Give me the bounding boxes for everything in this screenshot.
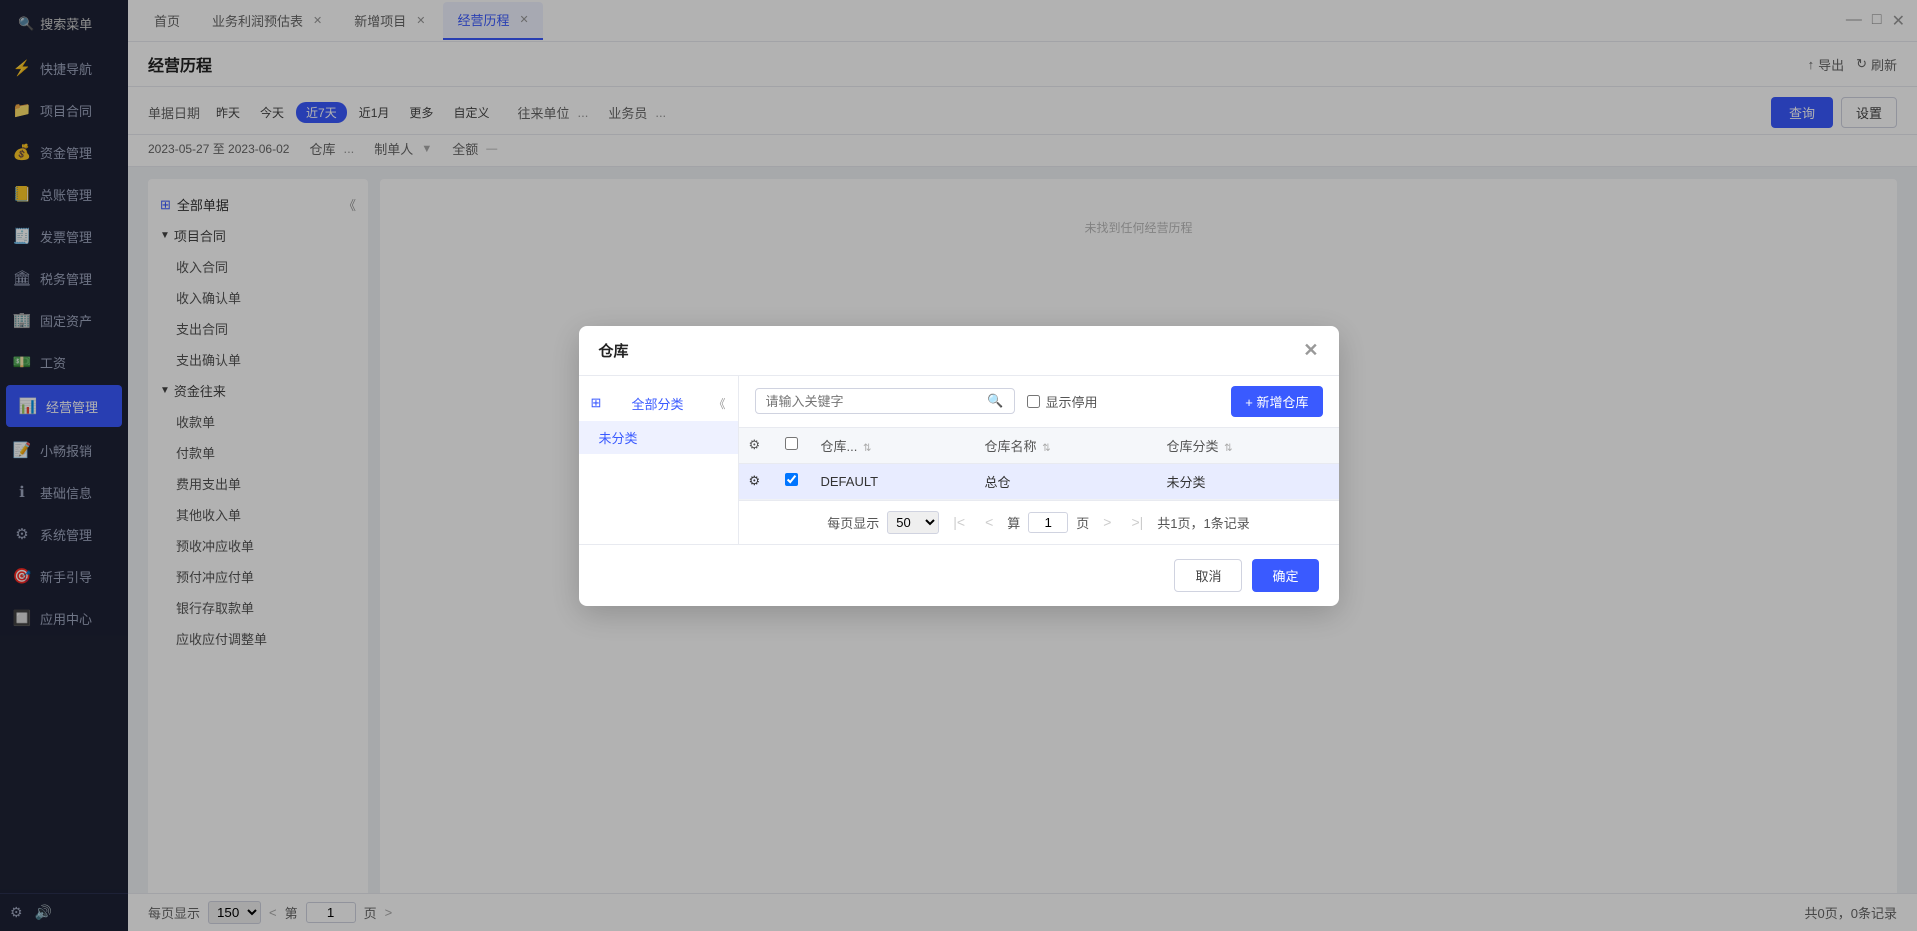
col-code-label: 仓库... — [821, 439, 858, 454]
table-header: ⚙ 仓库... ⇅ 仓库名称 — [739, 428, 1339, 464]
add-warehouse-btn[interactable]: + 新增仓库 — [1231, 386, 1322, 417]
next-page-btn[interactable]: > — [1097, 512, 1117, 532]
modal-data-table: ⚙ 仓库... ⇅ 仓库名称 — [739, 428, 1339, 500]
page-number-input[interactable] — [1028, 512, 1068, 533]
col-name-label: 仓库名称 — [985, 439, 1037, 454]
grid-icon2: ⊞ — [591, 395, 602, 411]
row-category: 未分类 — [1157, 463, 1339, 499]
show-disabled-label: 显示停用 — [1046, 392, 1098, 411]
modal-body: ⊞ 全部分类 《 未分类 🔍 显示停用 — [579, 376, 1339, 544]
cancel-button[interactable]: 取消 — [1174, 559, 1242, 592]
row-code: DEFAULT — [811, 463, 975, 499]
table-row[interactable]: ⚙ DEFAULT 总仓 未分类 — [739, 463, 1339, 499]
modal-table-area: 🔍 显示停用 + 新增仓库 ⚙ — [739, 376, 1339, 544]
page-size-label: 每页显示 — [827, 513, 879, 532]
col-code: 仓库... ⇅ — [811, 428, 975, 464]
col-category-label: 仓库分类 — [1167, 439, 1219, 454]
modal-header: 仓库 ✕ — [579, 326, 1339, 376]
sort-category-icon: ⇅ — [1224, 443, 1232, 454]
confirm-button[interactable]: 确定 — [1252, 559, 1318, 592]
table-body: ⚙ DEFAULT 总仓 未分类 — [739, 463, 1339, 499]
col-category: 仓库分类 ⇅ — [1157, 428, 1339, 464]
settings-col-icon: ⚙ — [749, 437, 761, 452]
search-icon2: 🔍 — [987, 393, 1003, 409]
modal-categories: ⊞ 全部分类 《 未分类 — [579, 376, 739, 544]
modal-search-input[interactable] — [766, 394, 984, 409]
show-disabled-group: 显示停用 — [1027, 392, 1098, 411]
col-settings: ⚙ — [739, 428, 775, 464]
page-unit: 页 — [1076, 513, 1089, 532]
modal-search-wrap: 🔍 — [755, 388, 1015, 414]
warehouse-table: ⚙ 仓库... ⇅ 仓库名称 — [739, 428, 1339, 500]
show-disabled-checkbox[interactable] — [1027, 395, 1040, 408]
row-name: 总仓 — [975, 463, 1157, 499]
modal-actions: 取消 确定 — [579, 544, 1339, 606]
sort-name-icon: ⇅ — [1042, 443, 1050, 454]
modal-title: 仓库 — [599, 340, 629, 361]
row-settings: ⚙ — [739, 463, 775, 499]
total-info: 共1页，1条记录 — [1157, 513, 1249, 532]
first-page-btn[interactable]: |< — [947, 512, 971, 532]
sort-code-icon: ⇅ — [863, 443, 871, 454]
page-size-select[interactable]: 50 10 20 100 — [887, 511, 939, 534]
col-checkbox — [775, 428, 811, 464]
prev-page-btn[interactable]: < — [979, 512, 999, 532]
page-label: 算 — [1007, 513, 1020, 532]
cat-collapse-icon[interactable]: 《 — [713, 395, 725, 412]
uncat-label: 未分类 — [599, 431, 638, 446]
modal-toolbar: 🔍 显示停用 + 新增仓库 — [739, 376, 1339, 428]
modal-overlay: 仓库 ✕ ⊞ 全部分类 《 未分类 — [0, 0, 1917, 931]
row-select-checkbox[interactable] — [785, 473, 798, 486]
modal-table-pagination: 每页显示 50 10 20 100 |< < 算 页 > >| 共1页，1条记录 — [739, 500, 1339, 544]
row-settings-icon: ⚙ — [749, 473, 761, 488]
last-page-btn[interactable]: >| — [1125, 512, 1149, 532]
cat-all-label: 全部分类 — [631, 394, 683, 413]
warehouse-modal: 仓库 ✕ ⊞ 全部分类 《 未分类 — [579, 326, 1339, 606]
row-checkbox — [775, 463, 811, 499]
modal-cat-item-uncat[interactable]: 未分类 — [579, 421, 738, 454]
modal-cat-all[interactable]: ⊞ 全部分类 《 — [579, 386, 738, 421]
col-name: 仓库名称 ⇅ — [975, 428, 1157, 464]
modal-close-btn[interactable]: ✕ — [1303, 340, 1318, 361]
select-all-checkbox[interactable] — [785, 437, 798, 450]
